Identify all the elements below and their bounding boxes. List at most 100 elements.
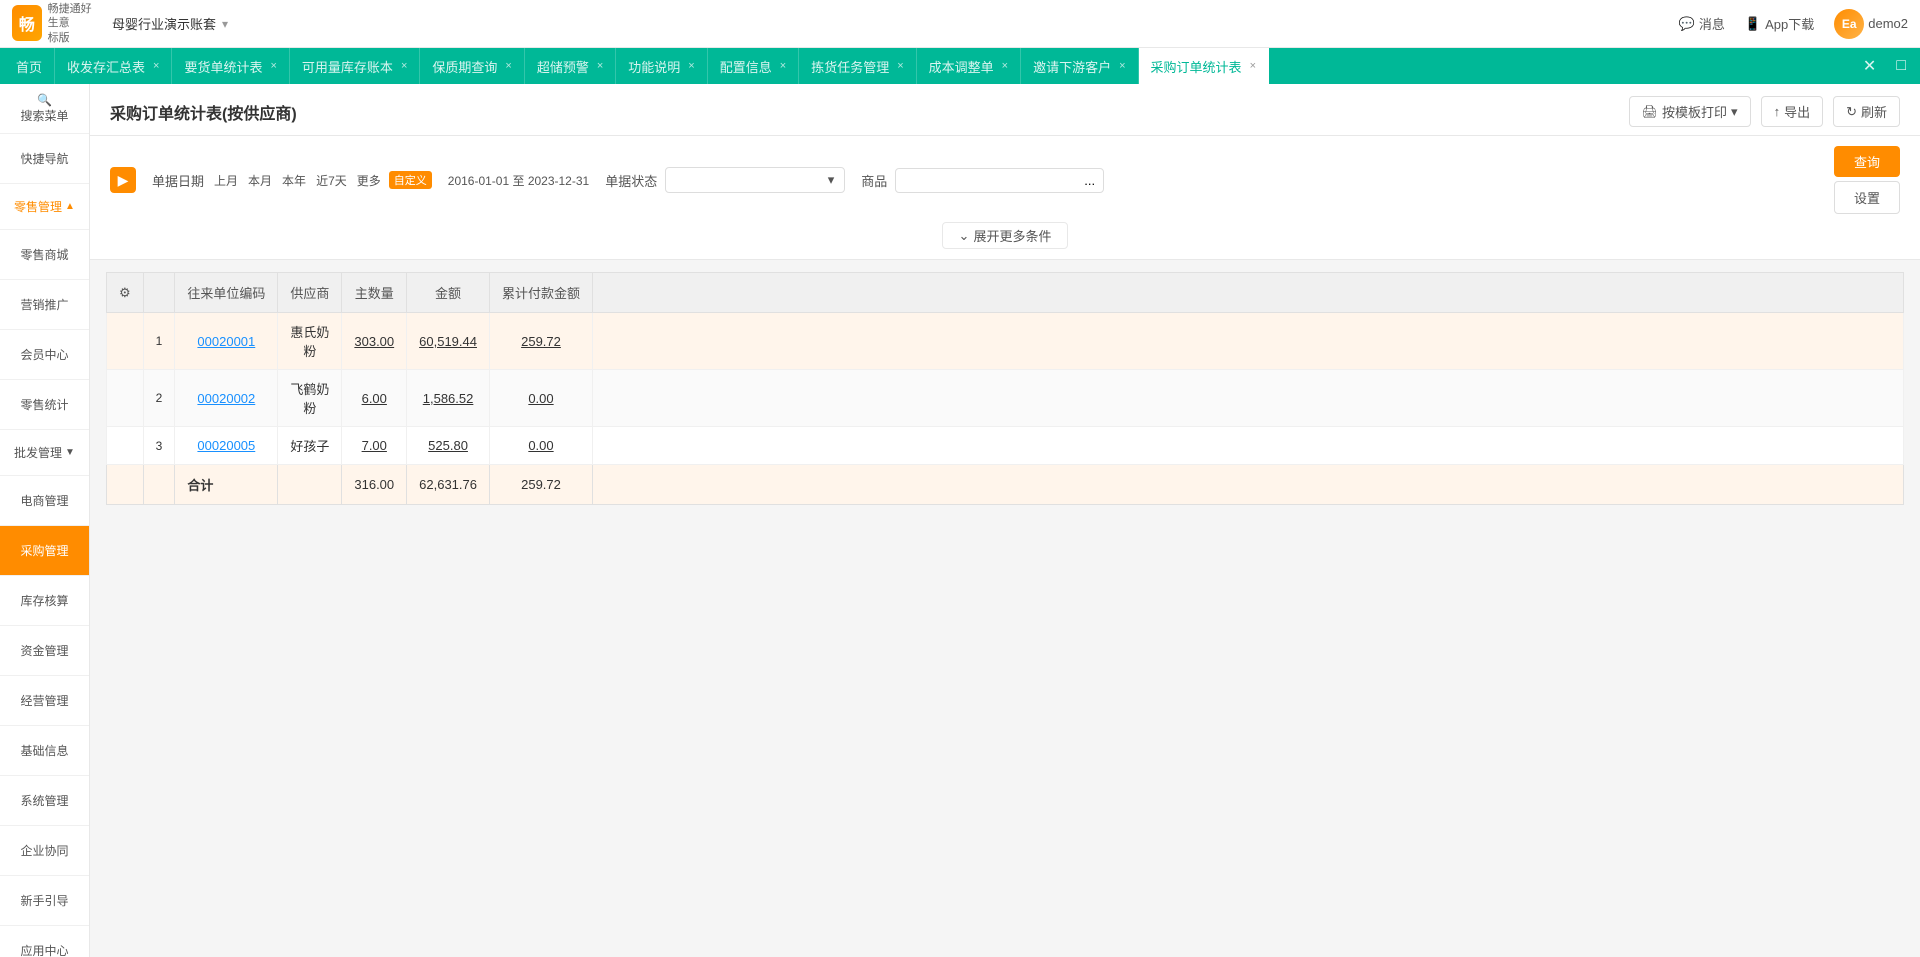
row-amount[interactable]: 1,586.52	[407, 370, 490, 427]
sidebar-item-new-guide[interactable]: 新手引导	[0, 876, 89, 926]
sidebar-item-retail-mgmt[interactable]: 零售管理 ▲	[0, 184, 89, 230]
app-download-button[interactable]: 📱 App下载	[1745, 14, 1814, 33]
row-seq: 3	[143, 427, 175, 465]
tab-home[interactable]: 首页	[4, 48, 55, 84]
row-supplier-code[interactable]: 00020002	[175, 370, 278, 427]
sidebar-item-operations[interactable]: 经营管理	[0, 676, 89, 726]
row-amount[interactable]: 60,519.44	[407, 313, 490, 370]
export-button[interactable]: ↑ 导出	[1761, 96, 1824, 127]
row-supplier-name: 飞鹤奶粉	[278, 370, 342, 427]
date-label: 单据日期	[152, 171, 204, 190]
tab-close-icon[interactable]: ×	[505, 61, 511, 72]
logo-icon: 畅	[12, 5, 42, 41]
goods-input-wrap: ...	[895, 168, 1104, 193]
col-paid-amount: 累计付款金额	[489, 273, 592, 313]
col-extra	[593, 273, 1904, 313]
sidebar-item-ecommerce[interactable]: 电商管理	[0, 476, 89, 526]
sidebar-item-sys-mgmt[interactable]: 系统管理	[0, 776, 89, 826]
row-paid-amount[interactable]: 0.00	[489, 370, 592, 427]
sidebar-item-search[interactable]: 🔍 搜索菜单	[0, 84, 89, 134]
app-download-label: App下载	[1765, 14, 1814, 33]
chevron-down-icon: ▼	[65, 447, 75, 458]
tab-cost-adjust[interactable]: 成本调整单 ×	[917, 48, 1021, 84]
tab-maximize-button[interactable]: □	[1890, 55, 1912, 77]
user-menu[interactable]: Ea demo2	[1834, 9, 1908, 39]
filter-group-goods: 商品 ...	[861, 168, 1104, 193]
settings-button[interactable]: 设置	[1834, 181, 1900, 214]
sidebar-item-finance[interactable]: 资金管理	[0, 626, 89, 676]
sidebar-item-quick-nav[interactable]: 快捷导航	[0, 134, 89, 184]
row-supplier-name: 好孩子	[278, 427, 342, 465]
sidebar-item-app-center[interactable]: 应用中心	[0, 926, 89, 957]
search-icon: 🔍	[37, 93, 52, 107]
row-qty[interactable]: 303.00	[342, 313, 407, 370]
sidebar-item-purchase[interactable]: 采购管理	[0, 526, 89, 576]
footer-amount-cell: 62,631.76	[407, 465, 490, 505]
filter-area: ▶ 单据日期 上月 本月 本年 近7天 更多 自定义 2016-01-01 至 …	[90, 136, 1920, 260]
row-qty[interactable]: 7.00	[342, 427, 407, 465]
tab-close-icon[interactable]: ×	[780, 61, 786, 72]
filter-group-status: 单据状态 ▾	[605, 167, 845, 193]
tab-overstock[interactable]: 超储预警 ×	[525, 48, 616, 84]
filter-toggle-button[interactable]: ▶	[110, 167, 136, 193]
row-amount[interactable]: 525.80	[407, 427, 490, 465]
message-button[interactable]: 💬 消息	[1679, 14, 1725, 33]
footer-extra-cell	[593, 465, 1904, 505]
sidebar-item-stock[interactable]: 库存核算	[0, 576, 89, 626]
query-button[interactable]: 查询	[1834, 146, 1900, 177]
workspace-selector[interactable]: 母婴行业演示账套 ▾	[102, 14, 1679, 33]
expand-more-button[interactable]: ⌄ 展开更多条件	[942, 222, 1069, 249]
sidebar-item-marketing[interactable]: 营销推广	[0, 280, 89, 330]
tab-purchase-stats[interactable]: 采购订单统计表 ×	[1139, 48, 1269, 84]
tab-close-icon[interactable]: ×	[1119, 61, 1125, 72]
content-area: 采购订单统计表(按供应商) 🖨 按模板打印 ▾ ↑ 导出 ↻ 刷新	[90, 84, 1920, 957]
tab-close-icon[interactable]: ×	[897, 61, 903, 72]
date-shortcut-this-month[interactable]: 本月	[246, 171, 274, 190]
row-paid-amount[interactable]: 0.00	[489, 427, 592, 465]
status-select[interactable]: ▾	[665, 167, 845, 193]
tab-close-icon[interactable]: ×	[1250, 61, 1256, 72]
tab-invite-client[interactable]: 邀请下游客户 ×	[1021, 48, 1138, 84]
tab-shelf-life[interactable]: 保质期查询 ×	[420, 48, 524, 84]
tab-close-icon[interactable]: ×	[270, 61, 276, 72]
tab-close-icon[interactable]: ×	[688, 61, 694, 72]
date-shortcut-7days[interactable]: 近7天	[314, 171, 349, 190]
date-shortcut-last-month[interactable]: 上月	[212, 171, 240, 190]
goods-input[interactable]	[904, 173, 1080, 188]
tab-close-icon[interactable]: ×	[401, 61, 407, 72]
tab-pick-task[interactable]: 拣货任务管理 ×	[799, 48, 916, 84]
sidebar-item-retail-stats[interactable]: 零售统计	[0, 380, 89, 430]
tab-config-info[interactable]: 配置信息 ×	[708, 48, 799, 84]
tab-close-icon[interactable]: ×	[153, 61, 159, 72]
row-supplier-code[interactable]: 00020005	[175, 427, 278, 465]
date-shortcut-more[interactable]: 更多	[355, 171, 383, 190]
sidebar-item-wholesale[interactable]: 批发管理 ▼	[0, 430, 89, 476]
tab-avail-stock[interactable]: 可用量库存账本 ×	[290, 48, 420, 84]
message-label: 消息	[1699, 14, 1725, 33]
refresh-icon: ↻	[1846, 104, 1857, 120]
tab-close-icon[interactable]: ×	[1002, 61, 1008, 72]
print-button[interactable]: 🖨 按模板打印 ▾	[1629, 96, 1751, 127]
row-qty[interactable]: 6.00	[342, 370, 407, 427]
tab-func-desc[interactable]: 功能说明 ×	[616, 48, 707, 84]
sidebar-item-retail-shop[interactable]: 零售商城	[0, 230, 89, 280]
row-supplier-code[interactable]: 00020001	[175, 313, 278, 370]
tab-goods-stats[interactable]: 要货单统计表 ×	[172, 48, 289, 84]
table-row: 1 00020001 惠氏奶粉 303.00 60,519.44 259.72	[107, 313, 1904, 370]
date-shortcut-this-year[interactable]: 本年	[280, 171, 308, 190]
col-seq	[143, 273, 175, 313]
tab-close-all-button[interactable]: ✕	[1857, 54, 1882, 78]
footer-label-cell: 合计	[175, 465, 278, 505]
sidebar-item-basic-info[interactable]: 基础信息	[0, 726, 89, 776]
goods-more-icon[interactable]: ...	[1084, 173, 1095, 188]
tab-receive-send[interactable]: 收发存汇总表 ×	[55, 48, 172, 84]
sidebar-item-member[interactable]: 会员中心	[0, 330, 89, 380]
date-custom-tag[interactable]: 自定义	[389, 171, 432, 189]
sidebar-item-enterprise[interactable]: 企业协同	[0, 826, 89, 876]
refresh-button[interactable]: ↻ 刷新	[1833, 96, 1900, 127]
row-paid-amount[interactable]: 259.72	[489, 313, 592, 370]
table-container: ⚙ 往来单位编码 供应商 主数量 金额 累计付款金额 1 00020001 惠氏…	[90, 260, 1920, 957]
tab-close-icon[interactable]: ×	[597, 61, 603, 72]
page-header: 采购订单统计表(按供应商) 🖨 按模板打印 ▾ ↑ 导出 ↻ 刷新	[90, 84, 1920, 136]
col-settings[interactable]: ⚙	[107, 273, 144, 313]
